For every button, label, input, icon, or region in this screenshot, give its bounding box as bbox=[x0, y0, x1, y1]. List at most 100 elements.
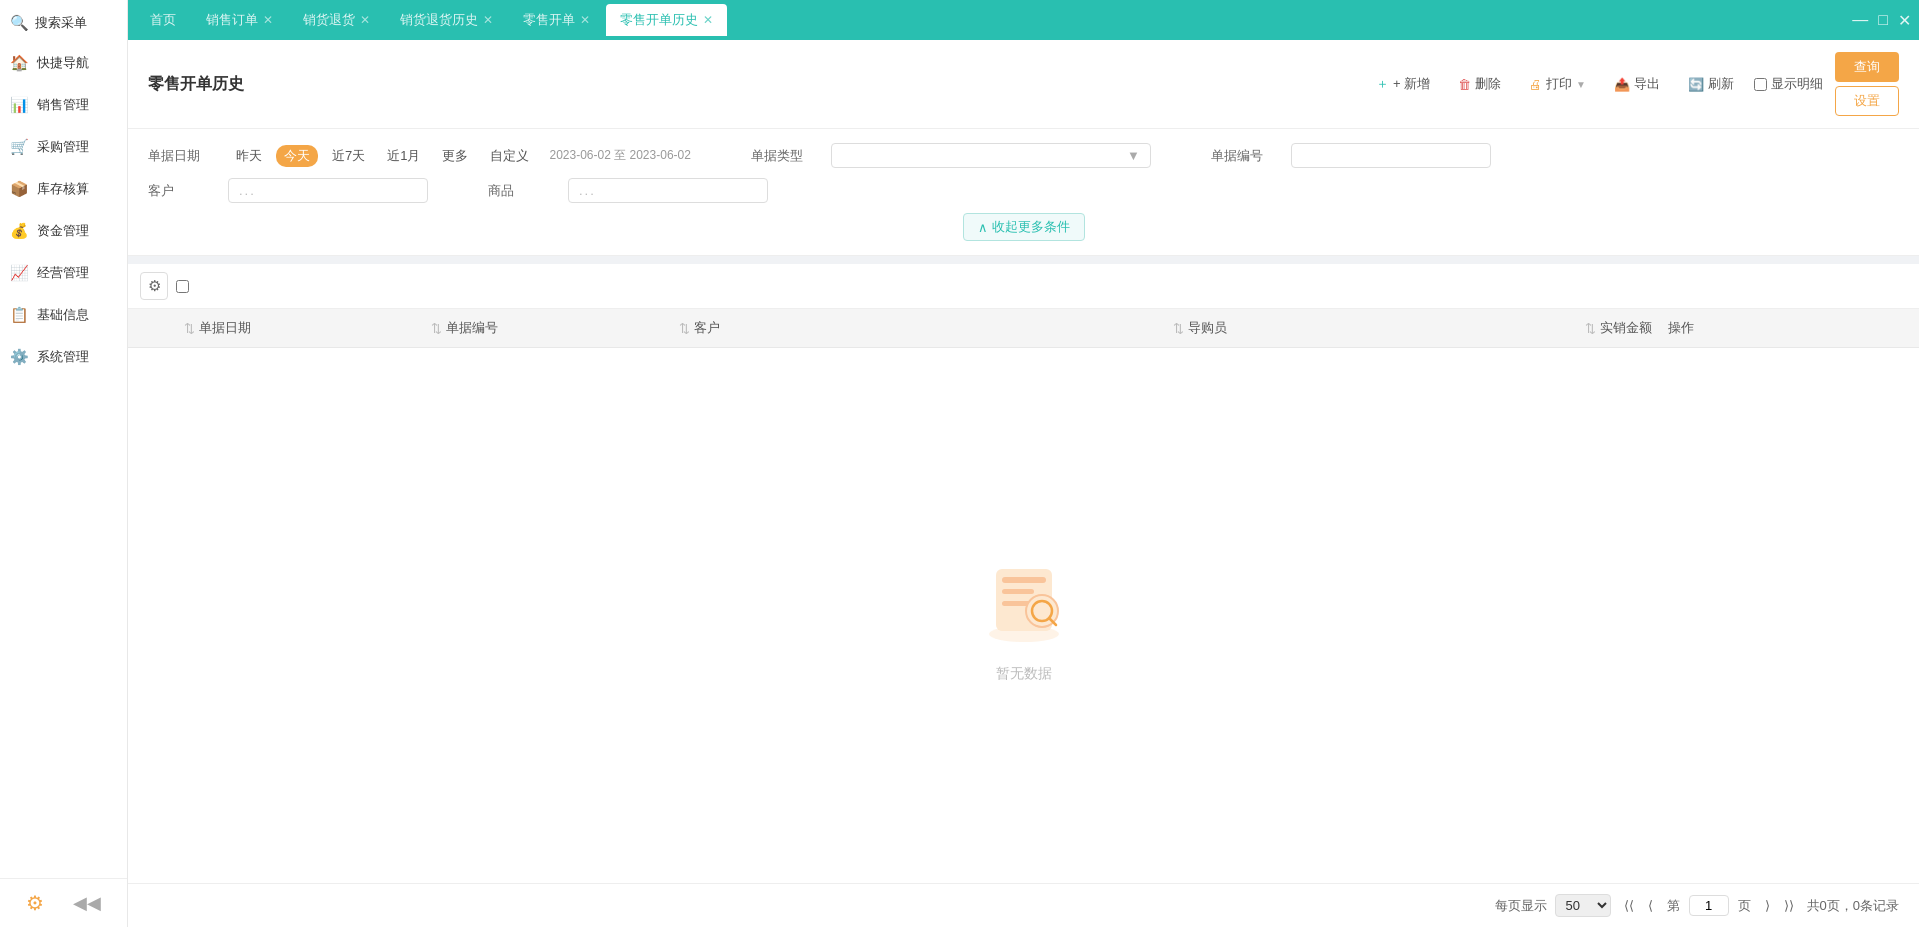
customer-select[interactable]: ... bbox=[228, 178, 428, 203]
delete-label: 删除 bbox=[1475, 75, 1501, 93]
main-area: 首页 销售订单 ✕ 销货退货 ✕ 销货退货历史 ✕ 零售开单 ✕ 零售开单历史 … bbox=[128, 0, 1919, 927]
customer-filter-label: 客户 bbox=[148, 182, 208, 200]
filter-row-2: 客户 ... 商品 ... bbox=[148, 178, 1899, 203]
next-page-button[interactable]: ⟩ bbox=[1760, 896, 1775, 915]
empty-text: 暂无数据 bbox=[996, 665, 1052, 683]
window-minimize-icon[interactable]: — bbox=[1852, 11, 1868, 29]
home-icon: 🏠 bbox=[10, 54, 29, 72]
th-amount[interactable]: ⇅ 实销金额 bbox=[1412, 309, 1659, 347]
doc-no-label: 单据编号 bbox=[1211, 147, 1271, 165]
th-amount-label: 实销金额 bbox=[1600, 319, 1652, 337]
date-custom[interactable]: 自定义 bbox=[482, 145, 537, 167]
th-date-label: 单据日期 bbox=[199, 319, 251, 337]
query-button[interactable]: 查询 bbox=[1835, 52, 1899, 82]
settings-icon[interactable]: ⚙ bbox=[26, 891, 44, 915]
set-button[interactable]: 设置 bbox=[1835, 86, 1899, 116]
sidebar-item-inventory[interactable]: 📦 库存核算 bbox=[0, 168, 127, 210]
tab-sales-return-history[interactable]: 销货退货历史 ✕ bbox=[386, 4, 507, 36]
th-customer-label: 客户 bbox=[694, 319, 720, 337]
date-today[interactable]: 今天 bbox=[276, 145, 318, 167]
th-no-label: 单据编号 bbox=[446, 319, 498, 337]
goods-filter-label: 商品 bbox=[488, 182, 548, 200]
tab-sales-order-close[interactable]: ✕ bbox=[263, 13, 273, 27]
th-no[interactable]: ⇅ 单据编号 bbox=[423, 309, 670, 347]
add-label: + 新增 bbox=[1393, 75, 1430, 93]
print-button[interactable]: 🖨 打印 ▼ bbox=[1521, 71, 1594, 97]
sidebar-item-quick-nav[interactable]: 🏠 快捷导航 bbox=[0, 42, 127, 84]
per-page-select[interactable]: 50 10 20 100 bbox=[1555, 894, 1611, 917]
svg-rect-3 bbox=[1002, 589, 1034, 594]
doc-no-input[interactable] bbox=[1291, 143, 1491, 168]
sidebar-search-label: 搜索采单 bbox=[35, 14, 87, 32]
pagination: 每页显示 50 10 20 100 ⟨⟨ ⟨ 第 页 ⟩ ⟩⟩ 共0页，0条记录 bbox=[128, 883, 1919, 927]
sidebar-item-purchase-mgmt[interactable]: 🛒 采购管理 bbox=[0, 126, 127, 168]
sidebar-item-sales-mgmt[interactable]: 📊 销售管理 bbox=[0, 84, 127, 126]
sidebar-item-label: 销售管理 bbox=[37, 96, 89, 114]
sidebar-item-sys-mgmt[interactable]: ⚙️ 系统管理 bbox=[0, 336, 127, 378]
page-nav: ⟨⟨ ⟨ 第 页 ⟩ ⟩⟩ bbox=[1619, 895, 1799, 917]
print-dropdown-icon: ▼ bbox=[1576, 79, 1586, 90]
print-icon: 🖨 bbox=[1529, 77, 1542, 92]
page-title: 零售开单历史 bbox=[148, 74, 244, 95]
date-yesterday[interactable]: 昨天 bbox=[228, 145, 270, 167]
date-7days[interactable]: 近7天 bbox=[324, 145, 373, 167]
th-customer[interactable]: ⇅ 客户 bbox=[671, 309, 1166, 347]
tab-home[interactable]: 首页 bbox=[136, 4, 190, 36]
sidebar-item-basic-info[interactable]: 📋 基础信息 bbox=[0, 294, 127, 336]
empty-illustration bbox=[974, 549, 1074, 649]
th-action: 操作 bbox=[1660, 309, 1907, 347]
cart-icon: 🛒 bbox=[10, 138, 29, 156]
table-gear-icon: ⚙ bbox=[148, 277, 161, 295]
doc-type-dropdown-icon: ▼ bbox=[1127, 148, 1140, 163]
collapse-sidebar-icon[interactable]: ◀◀ bbox=[73, 892, 101, 914]
th-checkbox bbox=[140, 309, 176, 347]
doc-type-select[interactable]: ▼ bbox=[831, 143, 1151, 168]
tab-sales-order[interactable]: 销售订单 ✕ bbox=[192, 4, 287, 36]
table-settings-button[interactable]: ⚙ bbox=[140, 272, 168, 300]
tab-retail-open-close[interactable]: ✕ bbox=[580, 13, 590, 27]
page-input[interactable] bbox=[1689, 895, 1729, 916]
tab-sales-return-history-close[interactable]: ✕ bbox=[483, 13, 493, 27]
first-page-button[interactable]: ⟨⟨ bbox=[1619, 896, 1639, 915]
add-button[interactable]: ＋ + 新增 bbox=[1368, 71, 1438, 97]
tab-sales-return-label: 销货退货 bbox=[303, 11, 355, 29]
window-maximize-icon[interactable]: □ bbox=[1878, 11, 1888, 29]
select-all-checkbox[interactable] bbox=[176, 280, 189, 293]
th-date[interactable]: ⇅ 单据日期 bbox=[176, 309, 423, 347]
tab-sales-return-close[interactable]: ✕ bbox=[360, 13, 370, 27]
last-page-button[interactable]: ⟩⟩ bbox=[1779, 896, 1799, 915]
tab-bar: 首页 销售订单 ✕ 销货退货 ✕ 销货退货历史 ✕ 零售开单 ✕ 零售开单历史 … bbox=[128, 0, 1919, 40]
sidebar-item-label: 采购管理 bbox=[37, 138, 89, 156]
collapse-up-icon: ∧ bbox=[978, 220, 988, 235]
page-total: 共0页，0条记录 bbox=[1807, 897, 1899, 915]
doc-type-label: 单据类型 bbox=[751, 147, 811, 165]
display-toggle[interactable]: 显示明细 bbox=[1754, 75, 1823, 93]
sidebar-item-label: 资金管理 bbox=[37, 222, 89, 240]
date-1month[interactable]: 近1月 bbox=[379, 145, 428, 167]
export-button[interactable]: 📤 导出 bbox=[1606, 71, 1668, 97]
chart-icon: 📊 bbox=[10, 96, 29, 114]
tab-retail-open-history-close[interactable]: ✕ bbox=[703, 13, 713, 27]
refresh-label: 刷新 bbox=[1708, 75, 1734, 93]
sidebar-item-operations[interactable]: 📈 经营管理 bbox=[0, 252, 127, 294]
th-guide[interactable]: ⇅ 导购员 bbox=[1165, 309, 1412, 347]
goods-select[interactable]: ... bbox=[568, 178, 768, 203]
window-close-icon[interactable]: ✕ bbox=[1898, 11, 1911, 30]
tab-retail-open[interactable]: 零售开单 ✕ bbox=[509, 4, 604, 36]
prev-page-button[interactable]: ⟨ bbox=[1643, 896, 1658, 915]
refresh-button[interactable]: 🔄 刷新 bbox=[1680, 71, 1742, 97]
collapse-button[interactable]: ∧ 收起更多条件 bbox=[963, 213, 1085, 241]
sidebar-search[interactable]: 🔍 搜索采单 bbox=[0, 0, 127, 42]
tab-retail-open-history[interactable]: 零售开单历史 ✕ bbox=[606, 4, 727, 36]
tab-sales-return[interactable]: 销货退货 ✕ bbox=[289, 4, 384, 36]
sidebar: 🔍 搜索采单 🏠 快捷导航 📊 销售管理 🛒 采购管理 📦 库存核算 💰 资金管… bbox=[0, 0, 128, 927]
print-label: 打印 bbox=[1546, 75, 1572, 93]
delete-button[interactable]: 🗑 删除 bbox=[1450, 71, 1509, 97]
date-more[interactable]: 更多 bbox=[434, 145, 476, 167]
search-icon: 🔍 bbox=[10, 14, 29, 32]
collapse-row: ∧ 收起更多条件 bbox=[148, 213, 1899, 241]
export-icon: 📤 bbox=[1614, 77, 1630, 92]
display-toggle-checkbox[interactable] bbox=[1754, 78, 1767, 91]
trend-icon: 📈 bbox=[10, 264, 29, 282]
sidebar-item-finance[interactable]: 💰 资金管理 bbox=[0, 210, 127, 252]
